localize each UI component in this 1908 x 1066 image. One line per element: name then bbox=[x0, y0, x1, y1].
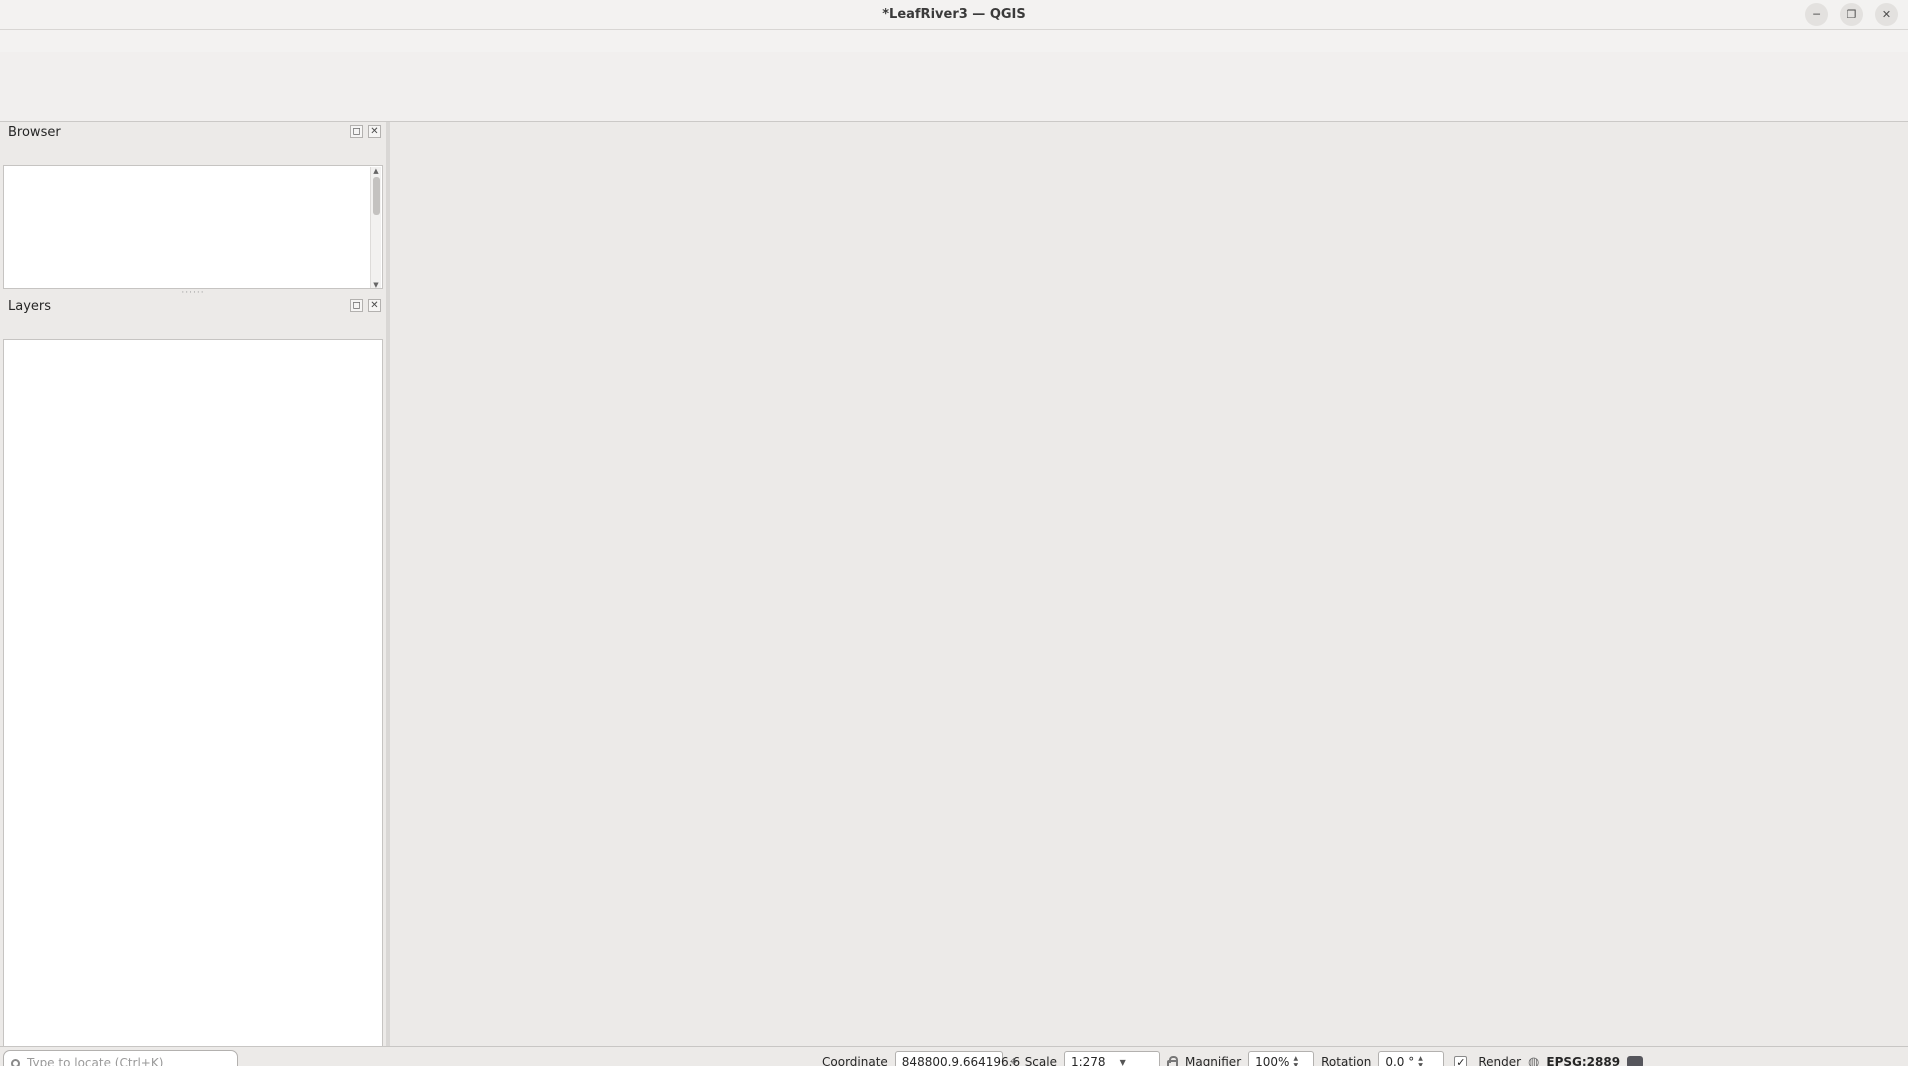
scroll-down-icon[interactable]: ▼ bbox=[373, 281, 378, 288]
chevron-down-icon: ▼ bbox=[1119, 1057, 1126, 1066]
magnifier-spinbox[interactable]: 100% ▲ ▼ bbox=[1248, 1051, 1315, 1066]
browser-tree: ▲ ▼ bbox=[3, 165, 383, 289]
statusbar-controls: Coordinate 848800.9,664196.6 ⌖ Scale 1:2… bbox=[822, 1051, 1644, 1066]
browser-toolbar bbox=[0, 142, 386, 165]
lock-scale-icon[interactable] bbox=[1166, 1056, 1178, 1066]
crs-status[interactable]: EPSG:2889 bbox=[1546, 1055, 1620, 1066]
render-label: Render bbox=[1478, 1055, 1522, 1066]
layers-close-icon[interactable]: ✕ bbox=[368, 299, 381, 312]
browser-scrollbar[interactable]: ▲ ▼ bbox=[370, 167, 381, 288]
spinner-arrows-icon[interactable]: ▲ ▼ bbox=[1418, 1055, 1423, 1066]
scroll-thumb[interactable] bbox=[372, 177, 380, 215]
scale-label: Scale bbox=[1024, 1055, 1057, 1066]
messages-icon[interactable] bbox=[1627, 1056, 1644, 1066]
close-button[interactable]: ✕ bbox=[1875, 3, 1898, 26]
spinner-arrows-icon[interactable]: ▲ ▼ bbox=[1293, 1055, 1298, 1066]
magnifier-label: Magnifier bbox=[1184, 1055, 1242, 1066]
toolbar-row-1 bbox=[0, 52, 1908, 86]
window-controls: ─ ❐ ✕ bbox=[1805, 3, 1898, 26]
coordinate-label: Coordinate bbox=[822, 1055, 888, 1066]
crs-globe-icon: ◍ bbox=[1528, 1054, 1540, 1066]
browser-panel-title: Browser ◻ ✕ bbox=[0, 122, 386, 142]
layers-panel-title: Layers ◻ ✕ bbox=[0, 296, 386, 316]
browser-close-icon[interactable]: ✕ bbox=[368, 125, 381, 138]
layers-float-icon[interactable]: ◻ bbox=[350, 299, 363, 312]
left-dock: Browser ◻ ✕ ▲ ▼ ······ Layers ◻ ✕ bbox=[0, 122, 386, 1053]
map-canvas[interactable] bbox=[390, 127, 1908, 1046]
layers-toolbar bbox=[0, 316, 386, 339]
restore-button[interactable]: ❐ bbox=[1840, 3, 1863, 26]
toolbars bbox=[0, 52, 1908, 122]
browser-float-icon[interactable]: ◻ bbox=[350, 125, 363, 138]
locate-search-input[interactable]: Type to locate (Ctrl+K) bbox=[3, 1050, 238, 1066]
extents-toggle-icon[interactable]: ⌖ bbox=[1010, 1054, 1018, 1066]
scale-combobox[interactable]: 1:278 ▼ bbox=[1063, 1051, 1160, 1066]
render-checkbox[interactable]: ✓ bbox=[1454, 1055, 1468, 1066]
browser-panel-title-label: Browser bbox=[8, 124, 61, 140]
search-icon bbox=[11, 1058, 20, 1066]
title-bar: *LeafRiver3 — QGIS ─ ❐ ✕ bbox=[0, 0, 1908, 30]
panel-splitter[interactable]: ······ bbox=[0, 288, 386, 298]
status-bar: Type to locate (Ctrl+K) Coordinate 84880… bbox=[0, 1046, 1908, 1066]
window-title: *LeafRiver3 — QGIS bbox=[882, 7, 1026, 22]
toolbar-row-2 bbox=[0, 86, 1908, 120]
rotation-spinbox[interactable]: 0.0 ° ▲ ▼ bbox=[1378, 1051, 1445, 1066]
rotation-label: Rotation bbox=[1321, 1055, 1372, 1066]
menu-bar bbox=[0, 30, 1908, 52]
minimize-button[interactable]: ─ bbox=[1805, 3, 1828, 26]
locate-placeholder: Type to locate (Ctrl+K) bbox=[27, 1056, 164, 1066]
coordinate-input[interactable]: 848800.9,664196.6 bbox=[894, 1051, 1020, 1066]
layers-tree bbox=[3, 339, 383, 1053]
layers-panel-title-label: Layers bbox=[8, 298, 52, 314]
scroll-up-icon[interactable]: ▲ bbox=[373, 167, 378, 175]
